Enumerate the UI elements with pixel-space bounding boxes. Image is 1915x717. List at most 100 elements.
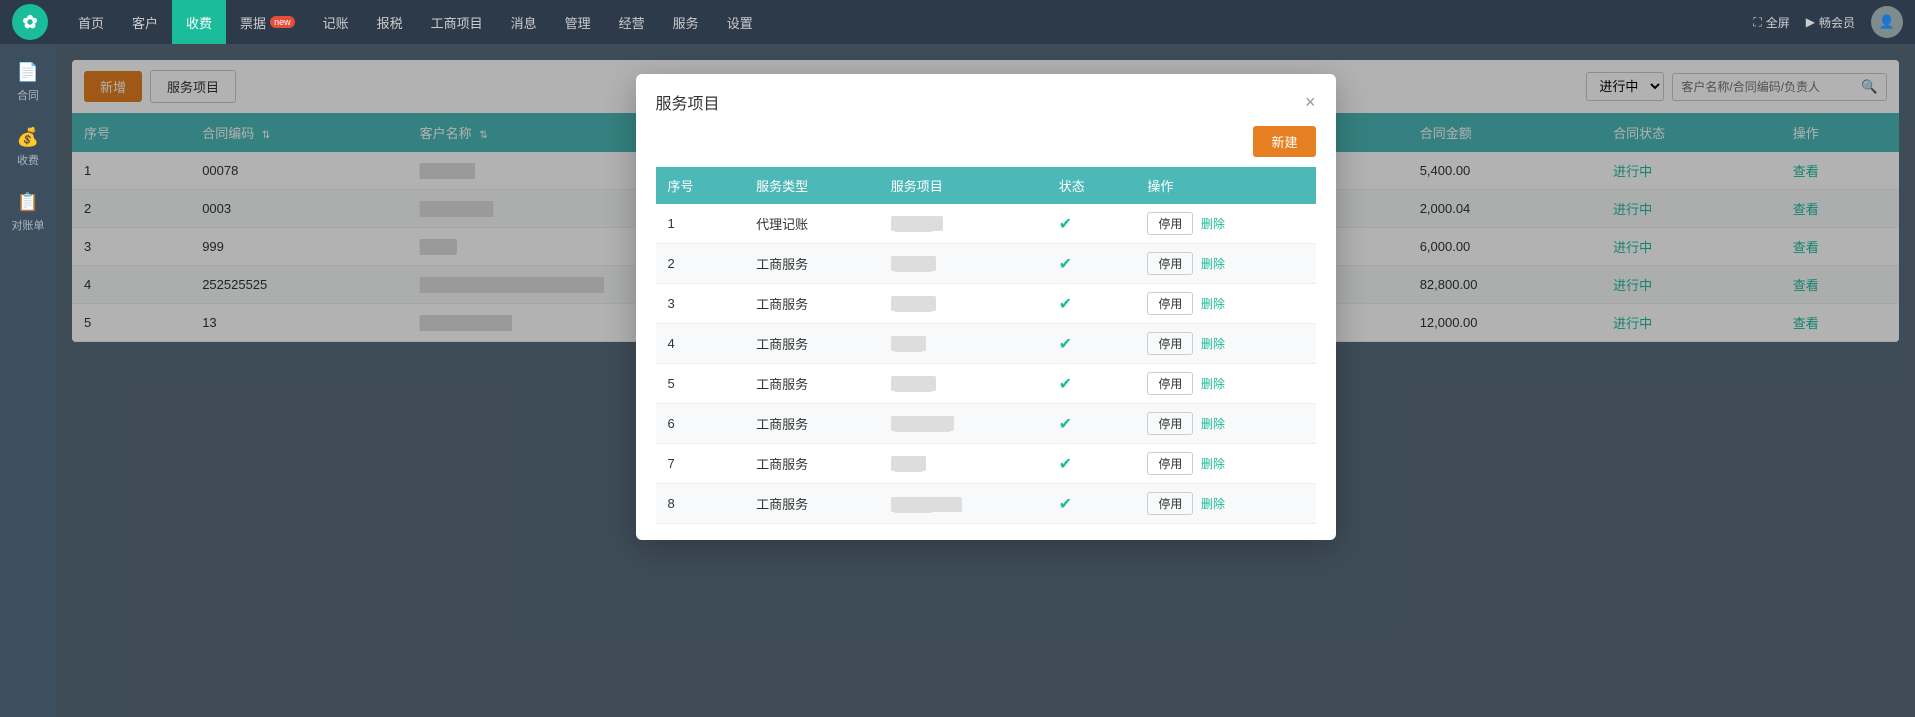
sidebar-item-statement[interactable]: 📋 对账单: [0, 182, 56, 243]
sidebar: 📄 合同 💰 收费 📋 对账单: [0, 44, 56, 717]
modal-cell-action[interactable]: 停用 删除: [1135, 404, 1315, 444]
modal-cell-type: 代理记账: [744, 204, 879, 244]
modal-cell-status: ✔: [1047, 404, 1136, 444]
modal-overlay: 服务项目 × 新建 序号 服务类型 服务项目: [56, 44, 1915, 717]
nav-bookkeeping[interactable]: 记账: [309, 0, 363, 44]
modal-cell-action[interactable]: 停用 删除: [1135, 364, 1315, 404]
modal-cell-status: ✔: [1047, 484, 1136, 524]
contract-icon: 📄: [17, 62, 39, 83]
modal-cell-action[interactable]: 停用 删除: [1135, 244, 1315, 284]
modal-cell-action[interactable]: 停用 删除: [1135, 204, 1315, 244]
play-icon: ▶: [1806, 15, 1815, 29]
stop-button[interactable]: 停用: [1147, 372, 1193, 395]
member-button[interactable]: ▶ 畅会员: [1806, 14, 1855, 31]
stop-button[interactable]: 停用: [1147, 292, 1193, 315]
modal-cell-seq: 6: [656, 404, 745, 444]
modal-table-row: 5 工商服务 ████ ✔ 停用 删除: [656, 364, 1316, 404]
modal-cell-seq: 2: [656, 244, 745, 284]
modal-cell-item: ████: [879, 284, 1047, 324]
delete-button[interactable]: 删除: [1201, 295, 1225, 312]
modal-table-row: 3 工商服务 ████ ✔ 停用 删除: [656, 284, 1316, 324]
modal-cell-status: ✔: [1047, 204, 1136, 244]
modal-col-item: 服务项目: [879, 167, 1047, 204]
delete-button[interactable]: 删除: [1201, 415, 1225, 432]
delete-button[interactable]: 删除: [1201, 495, 1225, 512]
nav-commerce[interactable]: 工商项目: [417, 0, 497, 44]
modal-cell-seq: 7: [656, 444, 745, 484]
modal-table-row: 4 工商服务 ███ ✔ 停用 删除: [656, 324, 1316, 364]
modal-scroll-area[interactable]: 序号 服务类型 服务项目 状态 操作 1 代理记账 ████1 ✔ 停用: [656, 167, 1316, 524]
modal-table-row: 7 工商服务 ███ ✔ 停用 删除: [656, 444, 1316, 484]
modal-table-row: 8 工商服务 ████注册 ✔ 停用 删除: [656, 484, 1316, 524]
modal-cell-seq: 8: [656, 484, 745, 524]
stop-button[interactable]: 停用: [1147, 332, 1193, 355]
modal-cell-seq: 5: [656, 364, 745, 404]
modal-cell-item: ████: [879, 364, 1047, 404]
nav-billing[interactable]: 收费: [172, 0, 226, 44]
stop-button[interactable]: 停用: [1147, 212, 1193, 235]
modal-cell-status: ✔: [1047, 284, 1136, 324]
stop-button[interactable]: 停用: [1147, 492, 1193, 515]
billing-icon: 💰: [17, 127, 39, 148]
modal-cell-type: 工商服务: [744, 444, 879, 484]
main-content: 新增 服务项目 进行中已完成已终止 🔍 序号 合同编码: [56, 44, 1915, 717]
modal-cell-status: ✔: [1047, 364, 1136, 404]
fullscreen-button[interactable]: ⛶ 全屏: [1753, 14, 1789, 31]
modal-cell-item: ████注册: [879, 484, 1047, 524]
service-items-table: 序号 服务类型 服务项目 状态 操作 1 代理记账 ████1 ✔ 停用: [656, 167, 1316, 524]
modal-header: 服务项目 ×: [636, 74, 1336, 114]
modal-new-button[interactable]: 新建: [1253, 126, 1315, 157]
modal-cell-action[interactable]: 停用 删除: [1135, 484, 1315, 524]
delete-button[interactable]: 删除: [1201, 255, 1225, 272]
modal-cell-item: ███: [879, 444, 1047, 484]
modal-table-row: 2 工商服务 ████ ✔ 停用 删除: [656, 244, 1316, 284]
modal-cell-item: ████: [879, 244, 1047, 284]
nav-service[interactable]: 服务: [659, 0, 713, 44]
nav-manage[interactable]: 管理: [551, 0, 605, 44]
modal-cell-action[interactable]: 停用 删除: [1135, 324, 1315, 364]
statement-icon: 📋: [17, 192, 39, 213]
modal-cell-type: 工商服务: [744, 284, 879, 324]
nav-message[interactable]: 消息: [497, 0, 551, 44]
sidebar-item-billing[interactable]: 💰 收费: [0, 117, 56, 178]
stop-button[interactable]: 停用: [1147, 412, 1193, 435]
modal-cell-action[interactable]: 停用 删除: [1135, 444, 1315, 484]
delete-button[interactable]: 删除: [1201, 375, 1225, 392]
modal-cell-action[interactable]: 停用 删除: [1135, 284, 1315, 324]
user-avatar[interactable]: 👤: [1871, 6, 1903, 38]
nav-tax[interactable]: 报税: [363, 0, 417, 44]
modal-cell-status: ✔: [1047, 244, 1136, 284]
modal-cell-type: 工商服务: [744, 244, 879, 284]
nav-client[interactable]: 客户: [118, 0, 172, 44]
layout: 📄 合同 💰 收费 📋 对账单 新增 服务项目 进行中已完成已终止 🔍: [0, 44, 1915, 717]
modal-cell-type: 工商服务: [744, 324, 879, 364]
delete-button[interactable]: 删除: [1201, 335, 1225, 352]
modal-cell-item: ████1: [879, 204, 1047, 244]
modal-cell-type: 工商服务: [744, 404, 879, 444]
stop-button[interactable]: 停用: [1147, 252, 1193, 275]
nav-settings[interactable]: 设置: [713, 0, 767, 44]
service-modal: 服务项目 × 新建 序号 服务类型 服务项目: [636, 74, 1336, 540]
nav-invoice[interactable]: 票据 new: [226, 0, 309, 44]
sidebar-item-contract[interactable]: 📄 合同: [0, 52, 56, 113]
delete-button[interactable]: 删除: [1201, 455, 1225, 472]
modal-cell-item: ███: [879, 324, 1047, 364]
modal-table-row: 1 代理记账 ████1 ✔ 停用 删除: [656, 204, 1316, 244]
modal-col-status: 状态: [1047, 167, 1136, 204]
modal-title: 服务项目: [656, 90, 720, 114]
delete-button[interactable]: 删除: [1201, 215, 1225, 232]
modal-cell-status: ✔: [1047, 324, 1136, 364]
app-logo: ✿: [12, 4, 48, 40]
modal-close-button[interactable]: ×: [1305, 92, 1316, 113]
modal-col-seq: 序号: [656, 167, 745, 204]
modal-toolbar: 新建: [656, 126, 1316, 157]
modal-cell-seq: 4: [656, 324, 745, 364]
modal-cell-seq: 1: [656, 204, 745, 244]
modal-col-action: 操作: [1135, 167, 1315, 204]
nav-operation[interactable]: 经营: [605, 0, 659, 44]
modal-cell-status: ✔: [1047, 444, 1136, 484]
top-nav: ✿ 首页 客户 收费 票据 new 记账 报税 工商项目 消息 管理 经营 服务…: [0, 0, 1915, 44]
nav-home[interactable]: 首页: [64, 0, 118, 44]
stop-button[interactable]: 停用: [1147, 452, 1193, 475]
modal-cell-item: ██████: [879, 404, 1047, 444]
